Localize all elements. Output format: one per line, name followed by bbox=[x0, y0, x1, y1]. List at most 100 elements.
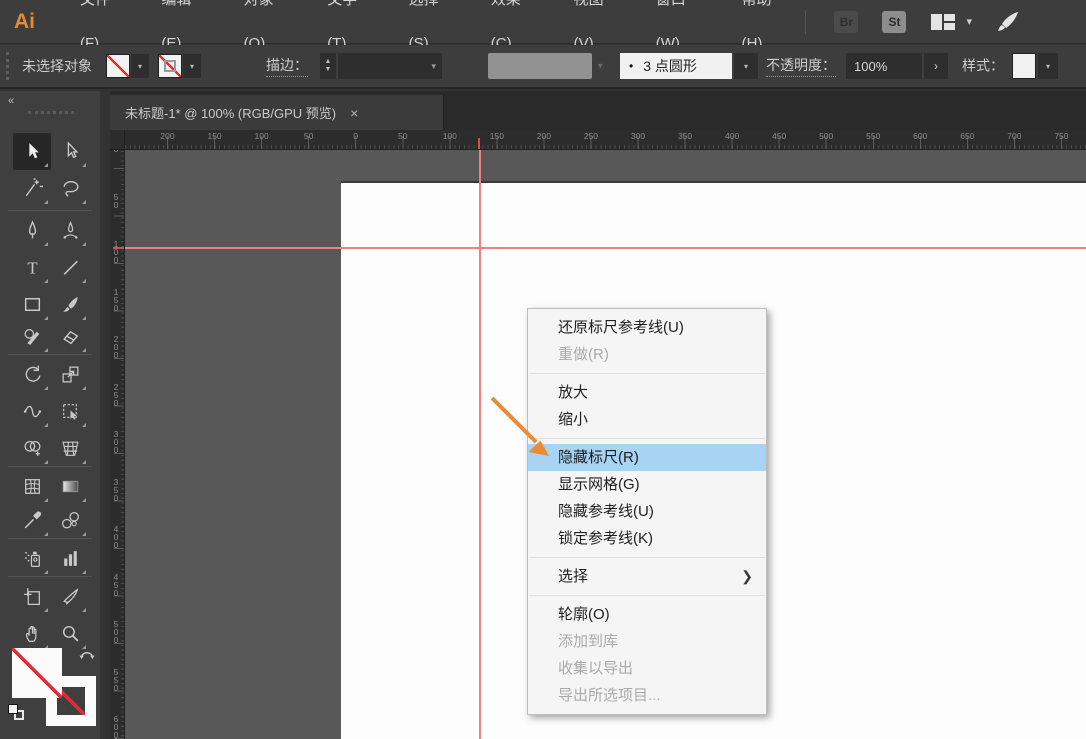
guide-position-tick bbox=[478, 138, 480, 149]
stroke-weight-stepper[interactable]: ▲ ▼ bbox=[320, 53, 336, 79]
ruler-label: 200 bbox=[160, 131, 175, 141]
swap-fill-stroke-icon[interactable] bbox=[78, 646, 96, 662]
opacity-input[interactable]: 100% bbox=[846, 53, 922, 79]
artboard-icon bbox=[23, 588, 40, 606]
tool-magic-wand[interactable] bbox=[13, 170, 51, 207]
menu-item-zoom-in[interactable]: 放大 bbox=[528, 379, 766, 406]
fill-dropdown-button[interactable]: ▾ bbox=[131, 54, 149, 78]
tool-lasso[interactable] bbox=[51, 170, 89, 207]
close-tab-icon[interactable]: × bbox=[350, 105, 358, 121]
tool-width[interactable] bbox=[13, 393, 51, 430]
fill-proxy-swatch-none[interactable] bbox=[12, 648, 62, 698]
tool-eraser[interactable] bbox=[51, 318, 89, 355]
svg-text:T: T bbox=[27, 258, 37, 277]
slice-icon bbox=[62, 588, 78, 605]
stroke-weight-label[interactable]: 描边： bbox=[266, 55, 308, 77]
pen-icon bbox=[28, 220, 36, 239]
menu-item-lock-guides[interactable]: 锁定参考线(K) bbox=[528, 525, 766, 552]
ruler-label: 100 bbox=[442, 131, 457, 141]
perspective-grid-icon bbox=[61, 441, 79, 456]
menu-separator bbox=[529, 595, 765, 596]
tool-blend[interactable] bbox=[51, 502, 89, 539]
ruler-label: 400 bbox=[111, 524, 121, 548]
ruler-label: 550 bbox=[866, 131, 881, 141]
style-swatch[interactable] bbox=[1012, 53, 1036, 79]
tool-type[interactable]: T bbox=[13, 249, 51, 286]
tool-pen[interactable] bbox=[13, 212, 51, 249]
brush-name: 3 点圆形 bbox=[643, 58, 697, 74]
style-dropdown-button[interactable]: ▾ bbox=[1038, 53, 1058, 79]
stroke-color-swatch-none[interactable] bbox=[158, 54, 182, 78]
share-rocket-icon[interactable] bbox=[996, 10, 1022, 34]
menu-separator bbox=[529, 438, 765, 439]
document-tab[interactable]: 未标题-1* @ 100% (RGB/GPU 预览) × bbox=[110, 95, 444, 130]
stock-button[interactable]: St bbox=[882, 10, 907, 33]
brush-dropdown-button[interactable]: ▾ bbox=[734, 53, 758, 79]
gradient-icon bbox=[62, 480, 78, 493]
menu-item-revert-ruler-guides[interactable]: 还原标尺参考线(U) bbox=[528, 314, 766, 341]
tool-eyedropper[interactable] bbox=[13, 502, 51, 539]
tool-line-segment[interactable] bbox=[51, 249, 89, 286]
menu-item-hide-rulers[interactable]: 隐藏标尺(R) bbox=[528, 444, 766, 471]
ruler-label: 50 bbox=[303, 131, 314, 141]
ruler-label: 300 bbox=[630, 131, 646, 141]
ruler-label: 750 bbox=[1054, 131, 1069, 141]
horizontal-guide[interactable] bbox=[125, 247, 1086, 249]
menu-item-zoom-out[interactable]: 缩小 bbox=[528, 406, 766, 433]
context-menu: 还原标尺参考线(U) 重做(R) 放大 缩小 隐藏标尺(R) 显示网格(G) 隐… bbox=[527, 308, 767, 715]
paintbrush-icon bbox=[62, 297, 78, 312]
opacity-options-button[interactable]: › bbox=[924, 53, 948, 79]
tool-shaper[interactable] bbox=[13, 318, 51, 355]
fill-color-swatch-none[interactable] bbox=[106, 54, 130, 78]
ruler-label: 550 bbox=[111, 666, 121, 691]
ruler-label: 350 bbox=[111, 476, 121, 501]
panel-grip-dots[interactable] bbox=[28, 111, 74, 114]
menu-item-show-grid[interactable]: 显示网格(G) bbox=[528, 471, 766, 498]
tool-shape-builder[interactable] bbox=[13, 430, 51, 467]
ruler-label: 150 bbox=[489, 131, 504, 141]
menu-item-hide-guides[interactable]: 隐藏参考线(U) bbox=[528, 498, 766, 525]
tool-free-transform[interactable] bbox=[51, 393, 89, 430]
stepper-up-icon[interactable]: ▲ bbox=[325, 58, 332, 66]
tool-curvature[interactable] bbox=[51, 212, 89, 249]
horizontal-ruler[interactable]: 200 150 100 50 0 50 100 150 200 250 300 350 400 450 50… bbox=[110, 130, 1086, 150]
workspace-switcher[interactable]: ▾ bbox=[930, 12, 972, 32]
ruler-origin-corner[interactable] bbox=[110, 130, 125, 150]
stroke-weight-dropdown[interactable]: ▾ bbox=[338, 53, 442, 79]
tool-column-graph[interactable] bbox=[51, 540, 89, 577]
menubar-divider bbox=[805, 9, 807, 34]
curvature-icon bbox=[62, 220, 78, 239]
vertical-guide[interactable] bbox=[479, 150, 481, 739]
tool-direct-selection[interactable] bbox=[51, 133, 89, 170]
menu-item-select[interactable]: 选择 ❯ bbox=[528, 563, 766, 590]
panel-grip[interactable] bbox=[6, 52, 9, 80]
ruler-label: 450 bbox=[111, 571, 121, 596]
collapse-panel-icon[interactable]: « bbox=[8, 95, 15, 107]
vertical-ruler[interactable]: 050100150200250300350400450500550600 bbox=[110, 150, 125, 739]
tool-hand[interactable] bbox=[13, 615, 51, 652]
menu-item-add-to-library: 添加到库 bbox=[558, 633, 619, 650]
brush-definition-dropdown[interactable]: • 3 点圆形 bbox=[620, 53, 732, 79]
ruler-label: 250 bbox=[111, 381, 121, 406]
tool-scale[interactable] bbox=[51, 356, 89, 393]
stroke-dropdown-button[interactable]: ▾ bbox=[183, 54, 201, 78]
bridge-button[interactable]: Br bbox=[834, 10, 859, 33]
stepper-down-icon[interactable]: ▼ bbox=[325, 66, 332, 74]
zoom-icon bbox=[62, 625, 79, 642]
default-fill-stroke-icon[interactable] bbox=[8, 704, 26, 722]
ruler-label: 150 bbox=[111, 286, 121, 311]
guide-position-tick bbox=[113, 247, 124, 249]
ruler-label: 400 bbox=[724, 131, 740, 141]
tool-selection[interactable] bbox=[13, 133, 51, 170]
tool-mesh[interactable] bbox=[13, 468, 51, 505]
menu-item-outline[interactable]: 轮廓(O) bbox=[528, 601, 766, 628]
opacity-label[interactable]: 不透明度： bbox=[766, 55, 836, 77]
mesh-icon bbox=[24, 479, 40, 494]
menu-item-collect-for-export: 收集以导出 bbox=[558, 660, 634, 677]
tool-slice[interactable] bbox=[51, 578, 89, 615]
tool-rotate[interactable] bbox=[13, 356, 51, 393]
tool-gradient[interactable] bbox=[51, 468, 89, 505]
tool-artboard[interactable] bbox=[13, 578, 51, 615]
tool-symbol-sprayer[interactable] bbox=[13, 540, 51, 577]
tool-perspective-grid[interactable] bbox=[51, 430, 89, 467]
